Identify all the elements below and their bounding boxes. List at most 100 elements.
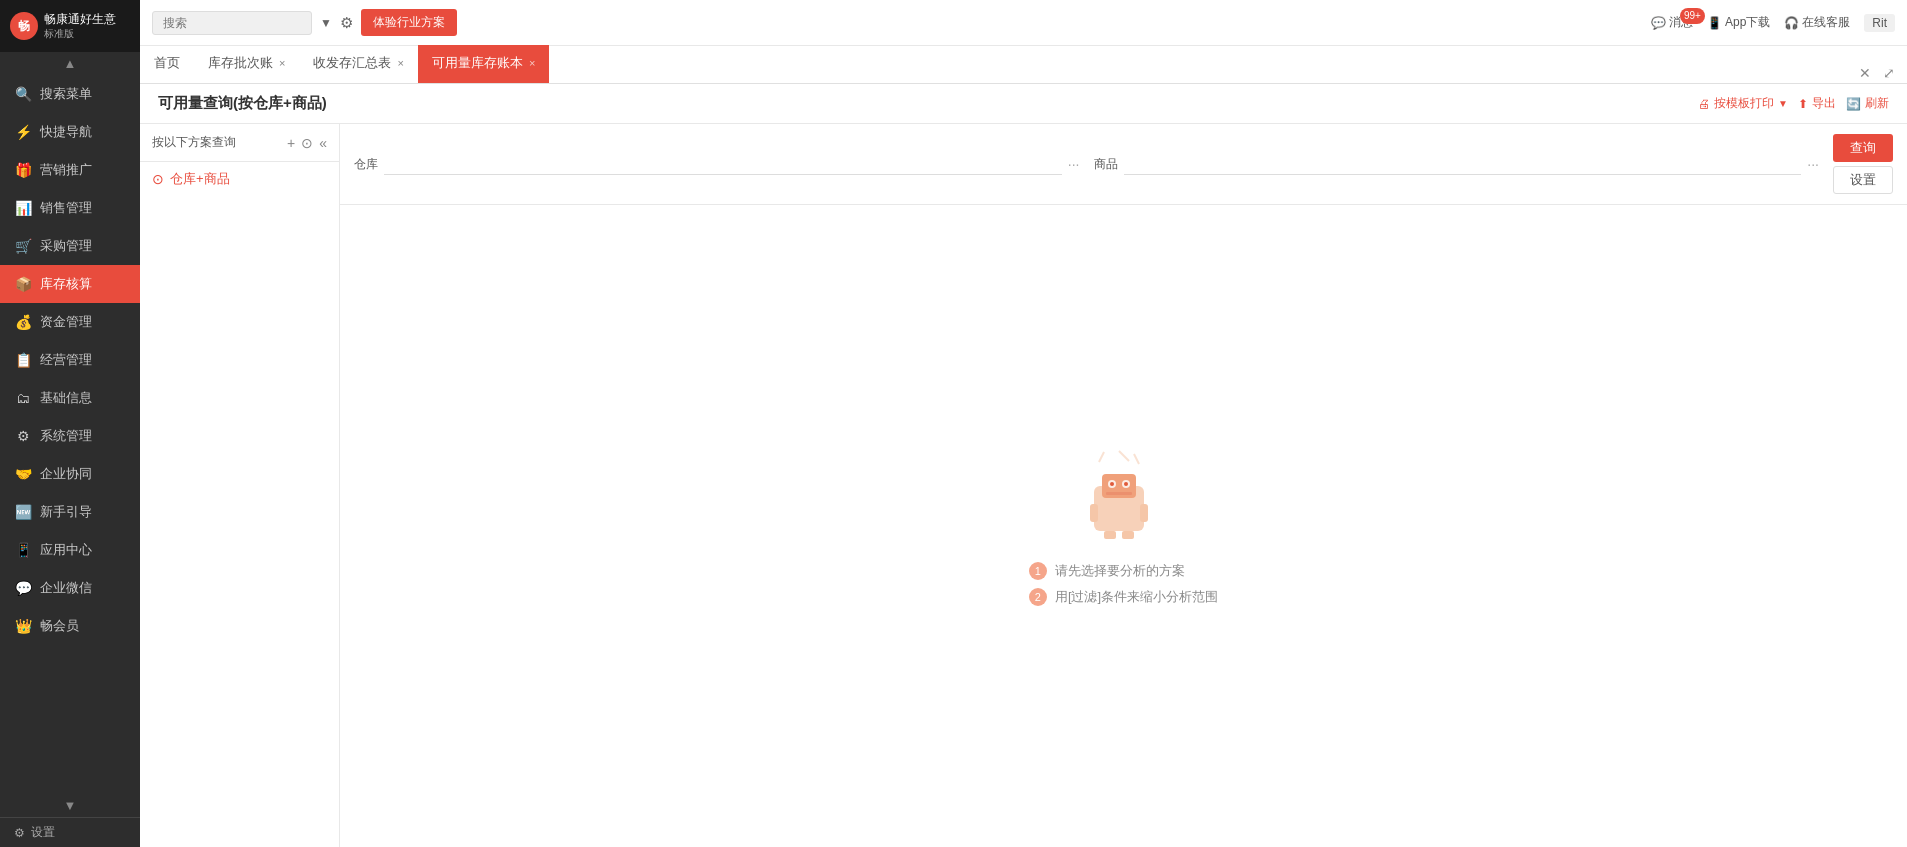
- sidebar-item-appstore[interactable]: 📱应用中心: [0, 531, 140, 569]
- scroll-down-arrow[interactable]: ▼: [0, 794, 140, 817]
- sidebar-item-label: 采购管理: [40, 237, 92, 255]
- warehouse-label: 仓库: [354, 156, 378, 173]
- sidebar-item-system[interactable]: ⚙系统管理: [0, 417, 140, 455]
- print-label: 按模板打印: [1714, 95, 1774, 112]
- sidebar-item-purchase[interactable]: 🛒 采购管理: [0, 227, 140, 265]
- sidebar-item-basic[interactable]: 🗂 基础信息: [0, 379, 140, 417]
- tab-label: 收发存汇总表: [313, 54, 391, 72]
- scroll-up-arrow[interactable]: ▲: [0, 52, 140, 75]
- tabs-bar: 首页库存批次账× 收发存汇总表 × 可用量库存账本 × ✕ ⤢: [140, 46, 1907, 84]
- dropdown-arrow[interactable]: ▼: [320, 16, 332, 30]
- industry-btn[interactable]: 体验行业方案: [361, 9, 457, 36]
- svg-rect-7: [1090, 504, 1098, 522]
- scheme-header-label: 按以下方案查询: [152, 134, 236, 151]
- tab-batch[interactable]: 库存批次账×: [194, 45, 299, 83]
- close-window-btn[interactable]: ✕: [1855, 63, 1875, 83]
- enterprise-icon: 🤝: [14, 466, 32, 482]
- filter-actions: 查询 设置: [1833, 134, 1893, 194]
- sidebar-item-label: 新手引导: [40, 503, 92, 521]
- app-icon: 📱: [1707, 16, 1722, 30]
- tab-close-icon[interactable]: ×: [279, 57, 285, 69]
- svg-point-5: [1124, 482, 1128, 486]
- sidebar-item-sales[interactable]: 📊销售管理: [0, 189, 140, 227]
- svg-rect-6: [1106, 492, 1132, 495]
- sidebar-subtitle: 标准版: [44, 27, 116, 41]
- sidebar-item-label: 库存核算: [40, 275, 92, 293]
- search-icon: 🔍: [14, 86, 32, 102]
- online-service[interactable]: 🎧 在线客服: [1784, 14, 1850, 31]
- scheme-item-icon: ⊙: [152, 171, 164, 187]
- main-area: ▼ ⚙ 体验行业方案 💬 消息 99+ 📱 App下载 🎧 在线客服 Rit 首…: [140, 0, 1907, 847]
- product-filter-group: 商品 ···: [1094, 154, 1820, 175]
- step1-text: 请先选择要分析的方案: [1055, 562, 1185, 580]
- message-count: 99+: [1680, 8, 1705, 24]
- service-label: 在线客服: [1802, 14, 1850, 31]
- empty-state: 1 请先选择要分析的方案 2 用[过滤]条件来缩小分析范围: [340, 205, 1907, 847]
- settings-btn[interactable]: 设置: [1833, 166, 1893, 194]
- sidebar-item-label: 搜索菜单: [40, 85, 92, 103]
- sidebar-bottom[interactable]: ⚙ 设置: [0, 817, 140, 847]
- scheme-collapse-icon[interactable]: «: [319, 135, 327, 151]
- sidebar-item-operation[interactable]: 📋经营管理: [0, 341, 140, 379]
- marketing-icon: 🎁: [14, 162, 32, 178]
- sidebar-item-label: 企业协同: [40, 465, 92, 483]
- sidebar-item-label: 营销推广: [40, 161, 92, 179]
- search-input[interactable]: [152, 11, 312, 35]
- sidebar-item-finance[interactable]: 💰资金管理: [0, 303, 140, 341]
- warehouse-input[interactable]: [384, 154, 1062, 175]
- export-btn[interactable]: ⬆ 导出: [1798, 95, 1836, 112]
- export-label: 导出: [1812, 95, 1836, 112]
- gear-icon[interactable]: ⚙: [340, 14, 353, 32]
- sidebar-item-inventory[interactable]: 📦库存核算: [0, 265, 140, 303]
- message-icon: 💬: [1651, 16, 1666, 30]
- tab-home[interactable]: 首页: [140, 45, 194, 83]
- app-download[interactable]: 📱 App下载: [1707, 14, 1770, 31]
- sidebar-item-wechat[interactable]: 💬企业微信: [0, 569, 140, 607]
- tab-available[interactable]: 可用量库存账本 ×: [418, 45, 549, 83]
- content-body: 按以下方案查询 + ⊙ « ⊙ 仓库+商品 仓库: [140, 124, 1907, 847]
- expand-window-btn[interactable]: ⤢: [1879, 63, 1899, 83]
- purchase-icon: 🛒: [14, 238, 32, 254]
- product-input[interactable]: [1124, 154, 1802, 175]
- svg-point-4: [1110, 482, 1114, 486]
- svg-rect-9: [1104, 531, 1116, 539]
- user-avatar[interactable]: Rit: [1864, 14, 1895, 32]
- tab-summary[interactable]: 收发存汇总表 ×: [299, 45, 417, 83]
- warehouse-filter-group: 仓库 ···: [354, 154, 1080, 175]
- sidebar-header: 畅 畅康通好生意 标准版: [0, 0, 140, 52]
- scheme-settings-icon[interactable]: ⊙: [301, 135, 313, 151]
- sidebar-nav: 🔍 搜索菜单 ⚡快捷导航 🎁 营销推广 📊销售管理 🛒 采购管理 📦库存核算💰资金管理📋经营管理…: [0, 75, 140, 794]
- export-icon: ⬆: [1798, 97, 1808, 111]
- sidebar-item-label: 资金管理: [40, 313, 92, 331]
- sidebar-item-enterprise[interactable]: 🤝 企业协同: [0, 455, 140, 493]
- sidebar-item-label: 系统管理: [40, 427, 92, 445]
- message-badge[interactable]: 💬 消息 99+: [1651, 14, 1693, 31]
- scheme-item-label: 仓库+商品: [170, 170, 230, 188]
- tab-label: 可用量库存账本: [432, 54, 523, 72]
- sidebar: 畅 畅康通好生意 标准版 ▲ 🔍 搜索菜单 ⚡快捷导航 🎁 营销推广 📊销售管理 🛒 采购管理…: [0, 0, 140, 847]
- shortcut-icon: ⚡: [14, 124, 32, 140]
- scheme-item-warehouse-product[interactable]: ⊙ 仓库+商品: [140, 162, 339, 196]
- warehouse-dots[interactable]: ···: [1068, 156, 1080, 172]
- svg-line-13: [1099, 452, 1104, 462]
- refresh-btn[interactable]: 🔄 刷新: [1846, 95, 1889, 112]
- step1-num: 1: [1029, 562, 1047, 580]
- sidebar-logo: 畅: [10, 12, 38, 40]
- tabs-controls: ✕ ⤢: [1855, 63, 1907, 83]
- scheme-add-icon[interactable]: +: [287, 135, 295, 151]
- header-actions: 🖨 按模板打印 ▼ ⬆ 导出 🔄 刷新: [1698, 95, 1889, 112]
- query-btn[interactable]: 查询: [1833, 134, 1893, 162]
- tab-close-icon[interactable]: ×: [529, 57, 535, 69]
- sidebar-item-label: 经营管理: [40, 351, 92, 369]
- print-btn[interactable]: 🖨 按模板打印 ▼: [1698, 95, 1788, 112]
- product-dots[interactable]: ···: [1807, 156, 1819, 172]
- sidebar-item-label: 基础信息: [40, 389, 92, 407]
- tab-close-icon[interactable]: ×: [397, 57, 403, 69]
- sidebar-item-shortcut[interactable]: ⚡快捷导航: [0, 113, 140, 151]
- basic-icon: 🗂: [14, 390, 32, 406]
- sidebar-item-marketing[interactable]: 🎁 营销推广: [0, 151, 140, 189]
- scheme-panel-header: 按以下方案查询 + ⊙ «: [140, 124, 339, 162]
- sidebar-item-guide[interactable]: 🆕新手引导: [0, 493, 140, 531]
- sidebar-item-search[interactable]: 🔍 搜索菜单: [0, 75, 140, 113]
- sidebar-item-vip[interactable]: 👑畅会员: [0, 607, 140, 645]
